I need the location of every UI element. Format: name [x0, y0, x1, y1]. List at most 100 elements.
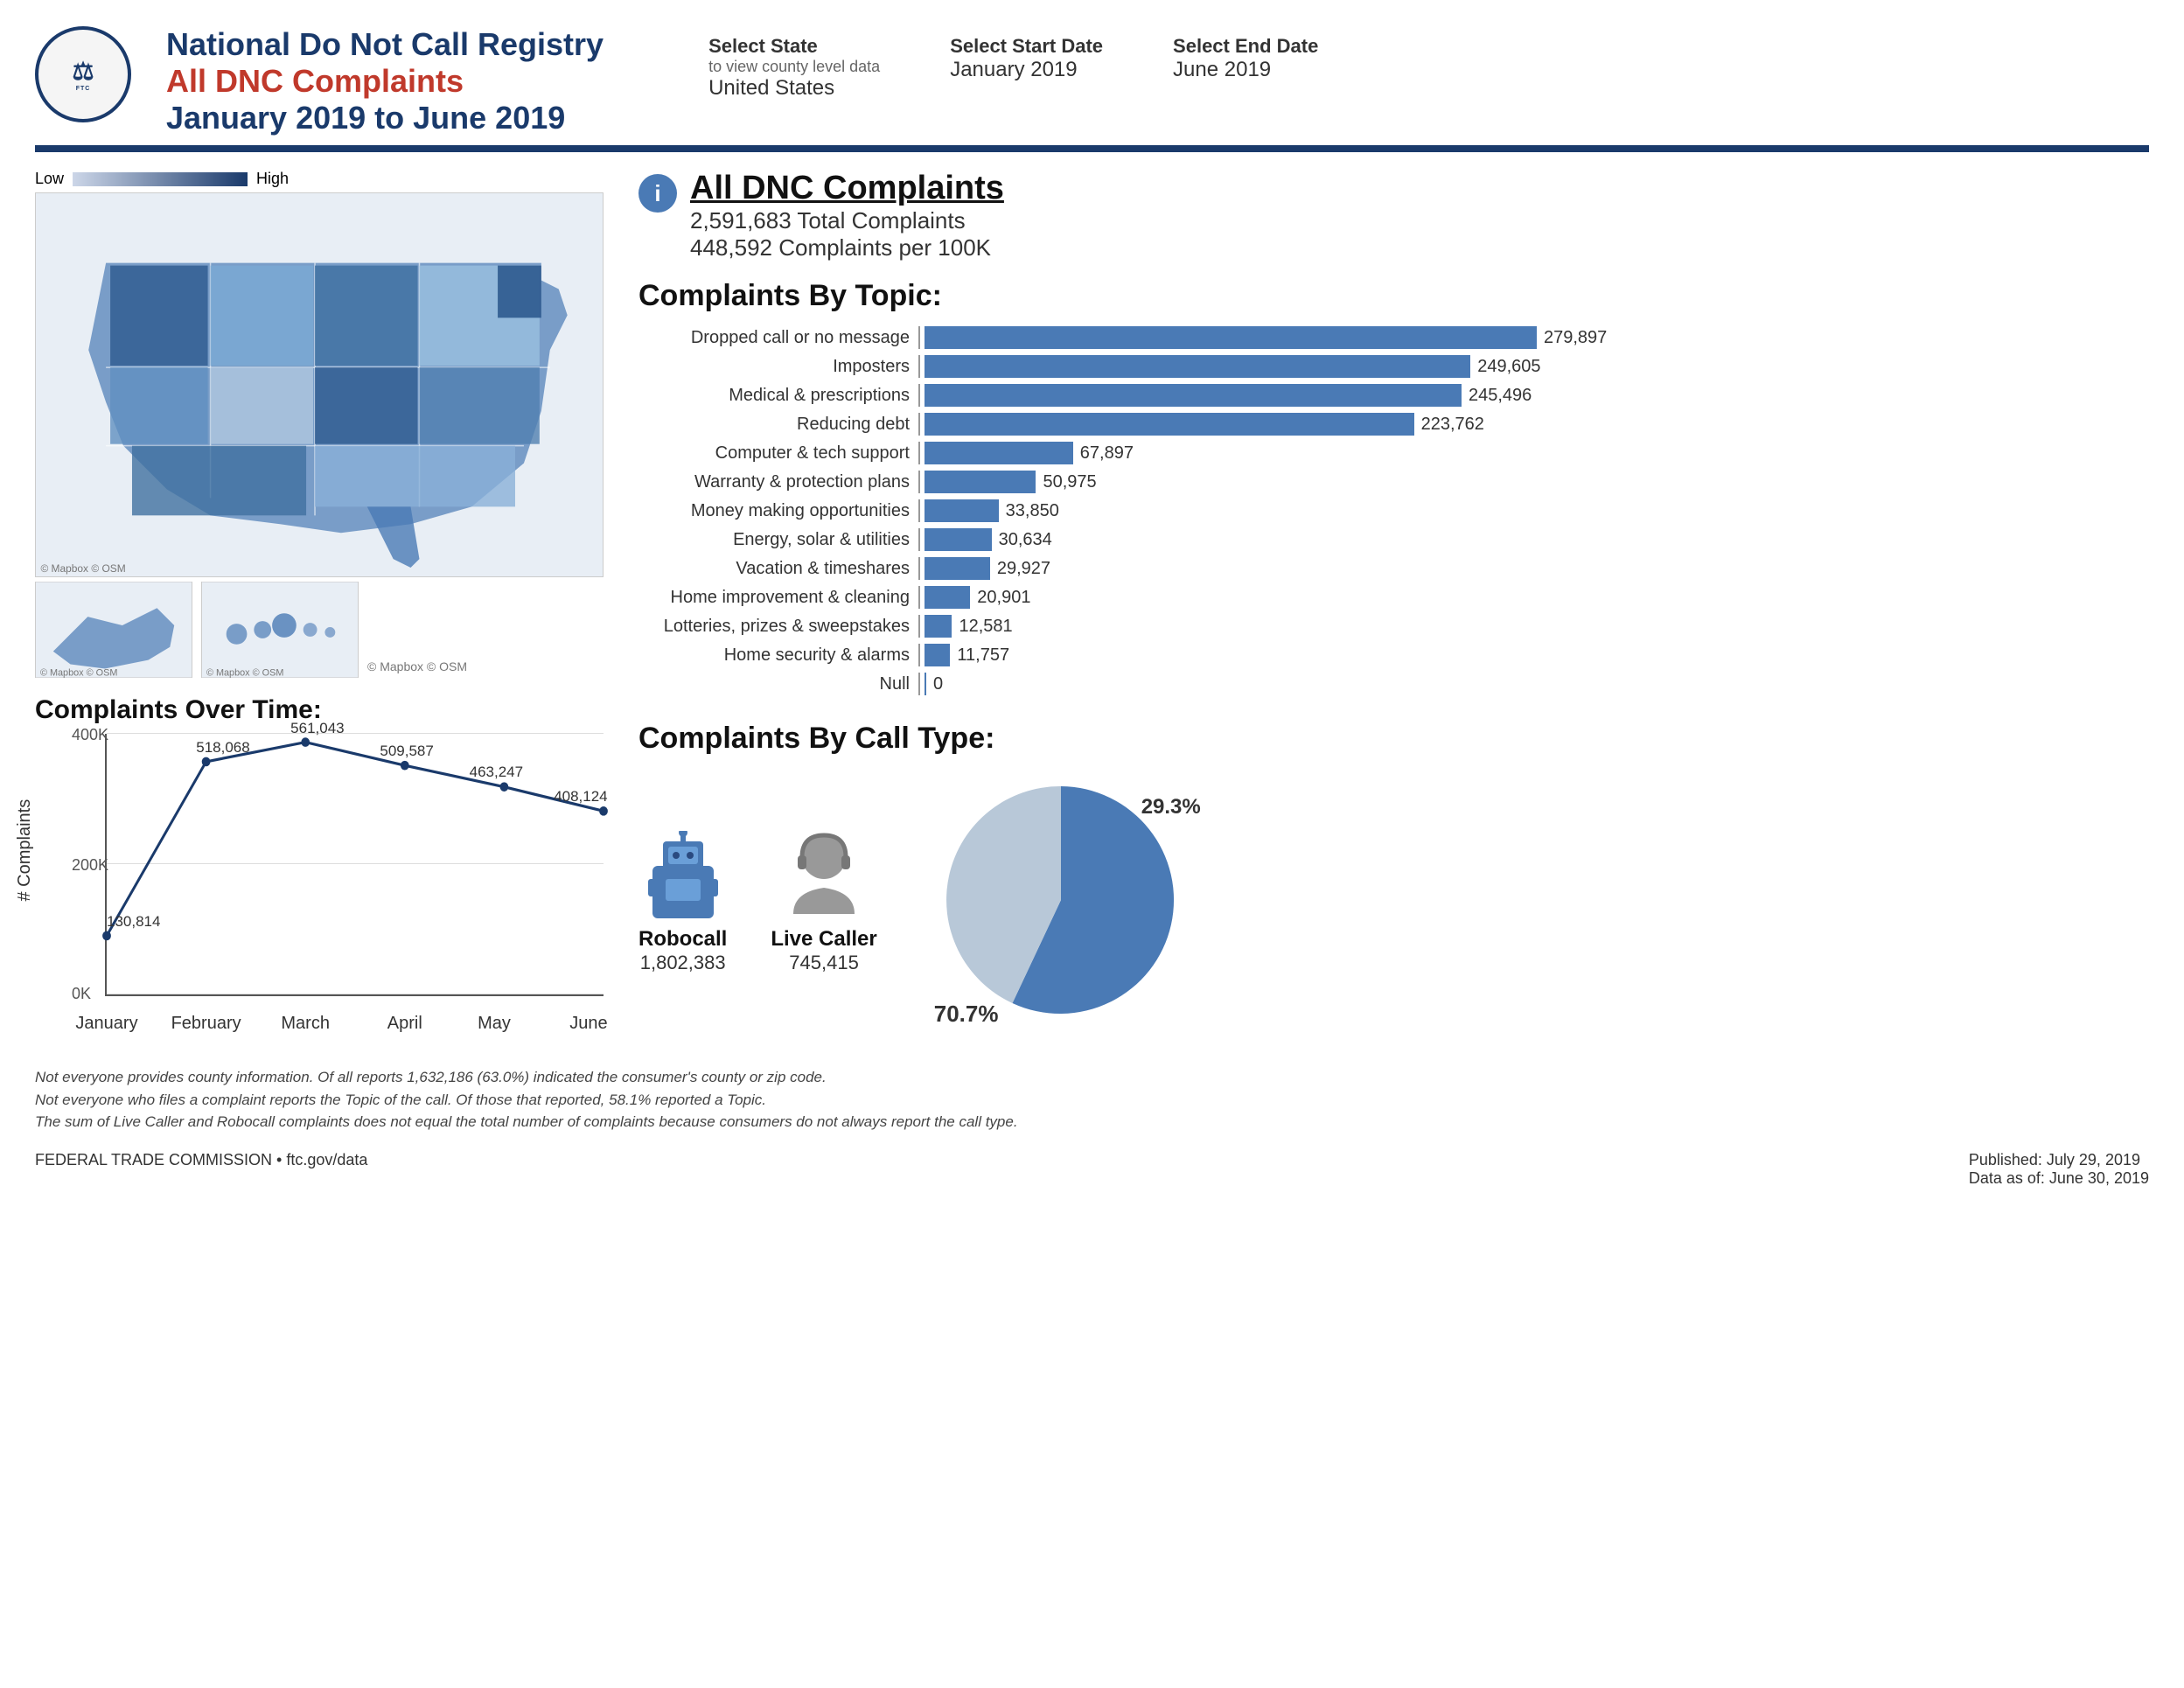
bar-divider: [918, 442, 920, 464]
x-label-jun: June: [569, 1014, 607, 1034]
ftc-logo: ⚖ FTC: [35, 26, 131, 122]
title-area: National Do Not Call Registry All DNC Co…: [166, 26, 604, 136]
bar-label: Vacation & timeshares: [638, 559, 918, 579]
y-axis-label: # Complaints: [15, 799, 35, 902]
select-end-group: Select End Date June 2019: [1173, 35, 1318, 101]
call-icons: Robocall 1,802,383: [638, 831, 877, 974]
bar-label: Home security & alarms: [638, 645, 918, 666]
note-line: Not everyone who files a complaint repor…: [35, 1089, 2149, 1112]
call-type-section: Complaints By Call Type:: [638, 722, 2149, 1036]
bar-fill: [925, 384, 1462, 407]
bar-label: Energy, solar & utilities: [638, 530, 918, 550]
x-label-mar: March: [281, 1014, 330, 1034]
bar-fill: [925, 586, 970, 609]
header-controls: Select State to view county level data U…: [708, 35, 1318, 101]
bar-divider: [918, 384, 920, 407]
select-end-value[interactable]: June 2019: [1173, 58, 1318, 82]
legend-high-label: High: [256, 170, 289, 188]
robocall-label: Robocall: [638, 927, 727, 952]
blue-divider: [35, 145, 2149, 152]
bar-row: Money making opportunities33,850: [638, 499, 2149, 522]
bar-fill: [925, 413, 1414, 436]
bar-label: Medical & prescriptions: [638, 386, 918, 406]
notes-section: Not everyone provides county information…: [35, 1066, 2149, 1133]
select-state-value[interactable]: United States: [708, 76, 880, 101]
legend-gradient-bar: [73, 172, 248, 186]
complaints-summary: All DNC Complaints 2,591,683 Total Compl…: [690, 170, 1004, 262]
data-label-apr: 509,587: [380, 743, 433, 760]
note-line: The sum of Live Caller and Robocall comp…: [35, 1111, 2149, 1133]
bar-divider: [918, 557, 920, 580]
bar-row: Home security & alarms11,757: [638, 644, 2149, 666]
call-type-content: Robocall 1,802,383: [638, 769, 2149, 1036]
bar-divider: [918, 644, 920, 666]
x-label-feb: February: [171, 1014, 241, 1034]
bar-divider: [918, 528, 920, 551]
bar-fill: [925, 499, 999, 522]
map-credit-main: © Mapbox © OSM: [367, 659, 467, 673]
select-state-label: Select State: [708, 35, 880, 58]
x-label-may: May: [478, 1014, 511, 1034]
select-start-label: Select Start Date: [950, 35, 1103, 58]
bar-value: 67,897: [1080, 443, 1134, 464]
bar-divider: [918, 471, 920, 493]
robocall-count: 1,802,383: [640, 952, 726, 974]
main-content: Low High: [35, 170, 2149, 1049]
bar-value: 0: [933, 674, 943, 694]
map-legend: Low High: [35, 170, 604, 188]
bar-value: 279,897: [1544, 328, 1607, 348]
livecaller-item: Live Caller 745,415: [771, 831, 876, 974]
line-chart-svg: [107, 734, 604, 994]
bar-label: Lotteries, prizes & sweepstakes: [638, 617, 918, 637]
tick-200k: 200K: [72, 856, 108, 875]
right-panel: i All DNC Complaints 2,591,683 Total Com…: [638, 170, 2149, 1049]
select-start-value[interactable]: January 2019: [950, 58, 1103, 82]
data-label-jan: 130,814: [107, 913, 160, 931]
bar-label: Warranty & protection plans: [638, 472, 918, 492]
bar-fill: [925, 355, 1470, 378]
bar-row: Warranty & protection plans50,975: [638, 471, 2149, 493]
info-icon: i: [638, 174, 677, 213]
bar-divider: [918, 355, 920, 378]
bar-divider: [918, 499, 920, 522]
bar-label: Reducing debt: [638, 415, 918, 435]
bar-row: Lotteries, prizes & sweepstakes12,581: [638, 615, 2149, 638]
robocall-pct: 70.7%: [934, 1001, 999, 1028]
bar-divider: [918, 413, 920, 436]
svg-text:© Mapbox © OSM: © Mapbox © OSM: [40, 562, 125, 575]
footer-data-as-of: Data as of: June 30, 2019: [1969, 1169, 2149, 1188]
bar-fill: [925, 615, 952, 638]
sub-maps: © Mapbox © OSM © Mapbox © OSM ©: [35, 582, 604, 678]
bar-divider: [918, 673, 920, 695]
bar-value: 20,901: [977, 588, 1030, 608]
footer: FEDERAL TRADE COMMISSION • ftc.gov/data …: [35, 1151, 2149, 1188]
select-state-group: Select State to view county level data U…: [708, 35, 880, 101]
title-line1: National Do Not Call Registry: [166, 26, 604, 63]
bar-value: 29,927: [997, 559, 1050, 579]
bar-value: 245,496: [1469, 386, 1532, 406]
data-label-mar: 561,043: [290, 720, 344, 737]
title-line2: All DNC Complaints: [166, 63, 604, 100]
bar-fill: [925, 528, 992, 551]
livecaller-pct: 29.3%: [1141, 795, 1201, 820]
bar-row: Home improvement & cleaning20,901: [638, 586, 2149, 609]
footer-published: Published: July 29, 2019: [1969, 1151, 2149, 1169]
livecaller-count: 745,415: [789, 952, 859, 974]
bar-divider: [918, 326, 920, 349]
page-wrapper: ⚖ FTC National Do Not Call Registry All …: [0, 0, 2184, 1688]
bar-fill: [925, 326, 1537, 349]
alaska-map: © Mapbox © OSM: [35, 582, 192, 678]
complaints-per100k: 448,592 Complaints per 100K: [690, 234, 1004, 262]
bar-fill: [925, 471, 1036, 493]
data-label-may: 463,247: [470, 764, 523, 781]
legend-low-label: Low: [35, 170, 64, 188]
bar-divider: [918, 586, 920, 609]
main-map[interactable]: © Mapbox © OSM: [35, 192, 604, 577]
bar-value: 223,762: [1421, 415, 1484, 435]
livecaller-label: Live Caller: [771, 927, 876, 952]
bar-label: Money making opportunities: [638, 501, 918, 521]
tick-400k: 400K: [72, 726, 108, 744]
complaints-total: 2,591,683 Total Complaints: [690, 207, 1004, 234]
bar-row: Energy, solar & utilities30,634: [638, 528, 2149, 551]
title-line3: January 2019 to June 2019: [166, 100, 604, 136]
